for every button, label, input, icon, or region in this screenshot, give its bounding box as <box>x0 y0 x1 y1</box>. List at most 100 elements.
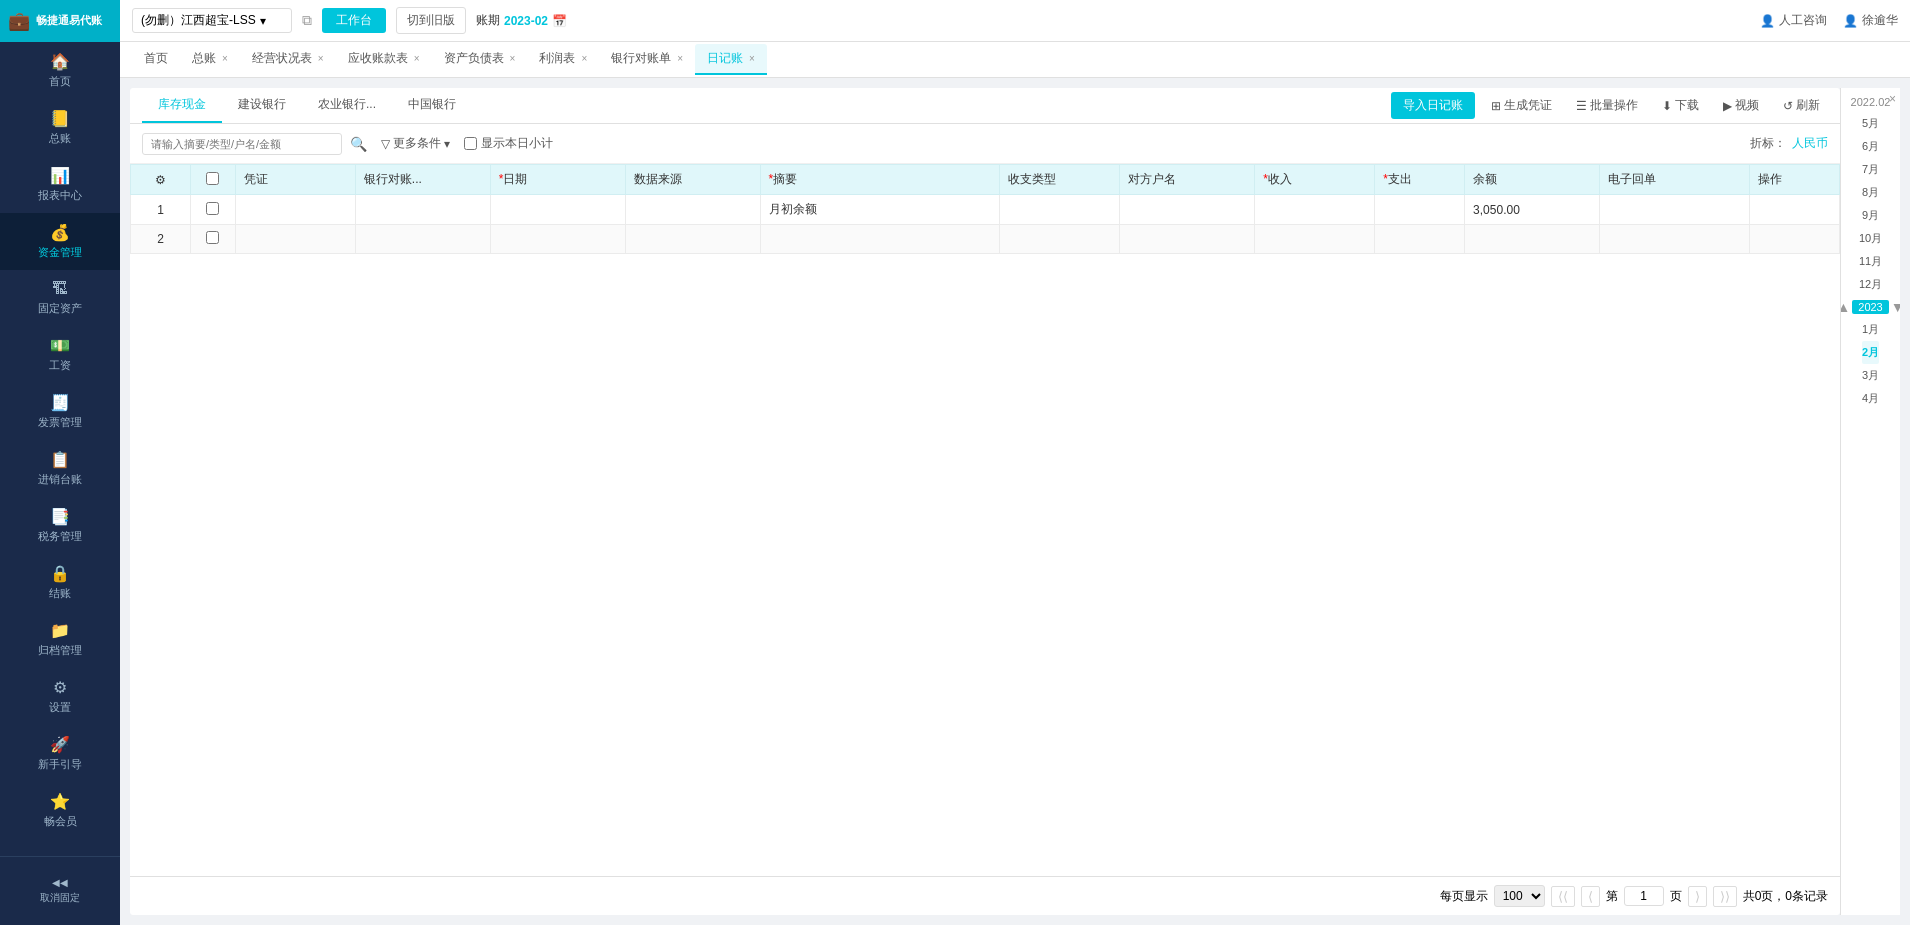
sidebar-label-fixed-assets: 固定资产 <box>38 301 82 316</box>
cal-month-4[interactable]: 4月 <box>1862 387 1879 410</box>
subtab-cash[interactable]: 库存现金 <box>142 88 222 123</box>
tab-bank-reconcile-close[interactable]: × <box>677 53 683 64</box>
cal-next-year-button[interactable]: ▼ <box>1891 299 1900 315</box>
sidebar-item-wages[interactable]: 💵 工资 <box>0 326 120 383</box>
more-filter-button[interactable]: ▽ 更多条件 ▾ <box>375 132 456 155</box>
sidebar-item-invoice-mgmt[interactable]: 🧾 发票管理 <box>0 383 120 440</box>
tab-bank-reconcile[interactable]: 银行对账单 × <box>599 44 695 75</box>
app-logo: 💼 畅捷通易代账 <box>0 0 120 42</box>
tab-home[interactable]: 首页 <box>132 44 180 75</box>
show-today-checkbox[interactable] <box>464 137 477 150</box>
cal-month-10[interactable]: 10月 <box>1859 227 1882 250</box>
show-today-checkbox-label[interactable]: 显示本日小计 <box>464 135 553 152</box>
sidebar-item-archive[interactable]: 📁 归档管理 <box>0 611 120 668</box>
copy-icon[interactable]: ⧉ <box>302 12 312 29</box>
row-expense[interactable] <box>1375 225 1465 254</box>
tab-biz-status[interactable]: 经营状况表 × <box>240 44 336 75</box>
generate-voucher-button[interactable]: ⊞ 生成凭证 <box>1483 93 1560 118</box>
import-journal-button[interactable]: 导入日记账 <box>1391 92 1475 119</box>
sidebar-item-home[interactable]: 🏠 首页 <box>0 42 120 99</box>
tab-ledger-close[interactable]: × <box>222 53 228 64</box>
sidebar-item-reports[interactable]: 📊 报表中心 <box>0 156 120 213</box>
subtab-boc[interactable]: 中国银行 <box>392 88 472 123</box>
calendar-icon[interactable]: 📅 <box>552 14 567 28</box>
refresh-button[interactable]: ↺ 刷新 <box>1775 93 1828 118</box>
page-input[interactable] <box>1624 886 1664 906</box>
row-action[interactable] <box>1749 195 1839 225</box>
tab-receivable-close[interactable]: × <box>414 53 420 64</box>
tab-journal[interactable]: 日记账 × <box>695 44 767 75</box>
assets-mgmt-icon: 💰 <box>50 223 70 242</box>
workbench-button[interactable]: 工作台 <box>322 8 386 33</box>
sidebar-item-ledger[interactable]: 📒 总账 <box>0 99 120 156</box>
row-date[interactable] <box>490 225 625 254</box>
sidebar-item-fixed-assets[interactable]: 🏗 固定资产 <box>0 270 120 326</box>
row-summary[interactable] <box>760 225 1000 254</box>
cal-month-11[interactable]: 11月 <box>1859 250 1882 273</box>
row-check[interactable] <box>190 225 235 254</box>
cal-month-12[interactable]: 12月 <box>1859 273 1882 296</box>
sidebar-item-tax-mgmt[interactable]: 📑 税务管理 <box>0 497 120 554</box>
cal-month-6[interactable]: 6月 <box>1859 135 1882 158</box>
next-page-button[interactable]: ⟩ <box>1688 886 1707 907</box>
tab-ledger[interactable]: 总账 × <box>180 44 240 75</box>
row-income[interactable] <box>1255 195 1375 225</box>
switch-old-button[interactable]: 切到旧版 <box>396 7 466 34</box>
calendar-close-button[interactable]: × <box>1889 92 1896 106</box>
subtab-agri[interactable]: 农业银行... <box>302 88 392 123</box>
support-label: 人工咨询 <box>1779 12 1827 29</box>
support-link[interactable]: 👤 人工咨询 <box>1760 12 1827 29</box>
prev-page-button[interactable]: ⟨ <box>1581 886 1600 907</box>
row-summary[interactable]: 月初余额 <box>760 195 1000 225</box>
row-income[interactable] <box>1255 225 1375 254</box>
sidebar-item-guide[interactable]: 🚀 新手引导 <box>0 725 120 782</box>
sidebar-item-closing[interactable]: 🔒 结账 <box>0 554 120 611</box>
row-bank <box>355 195 490 225</box>
last-page-button[interactable]: ⟩⟩ <box>1713 886 1737 907</box>
company-selector[interactable]: (勿删）江西超宝-LSS ▾ <box>132 8 292 33</box>
batch-op-button[interactable]: ☰ 批量操作 <box>1568 93 1646 118</box>
search-input[interactable] <box>142 133 342 155</box>
currency-link[interactable]: 人民币 <box>1792 135 1828 152</box>
batch-op-icon: ☰ <box>1576 99 1587 113</box>
tab-assets-close[interactable]: × <box>510 53 516 64</box>
content-area: 库存现金 建设银行 农业银行... 中国银行 导入日记账 ⊞ 生成凭证 <box>120 78 1910 925</box>
first-page-button[interactable]: ⟨⟨ <box>1551 886 1575 907</box>
tab-profit-close[interactable]: × <box>581 53 587 64</box>
tab-assets[interactable]: 资产负债表 × <box>432 44 528 75</box>
tab-receivable[interactable]: 应收账款表 × <box>336 44 432 75</box>
video-button[interactable]: ▶ 视频 <box>1715 93 1767 118</box>
select-all-checkbox[interactable] <box>206 172 219 185</box>
sidebar-label-assets-mgmt: 资金管理 <box>38 245 82 260</box>
tab-journal-close[interactable]: × <box>749 53 755 64</box>
cal-month-3[interactable]: 3月 <box>1862 364 1879 387</box>
unpin-icon: ◀◀ <box>52 877 68 888</box>
col-gear[interactable]: ⚙ <box>131 165 191 195</box>
sidebar-item-settings[interactable]: ⚙ 设置 <box>0 668 120 725</box>
unpin-button[interactable]: ◀◀ 取消固定 <box>0 867 120 915</box>
cal-month-2[interactable]: 2月 <box>1862 341 1879 364</box>
tab-profit[interactable]: 利润表 × <box>527 44 599 75</box>
tab-biz-status-close[interactable]: × <box>318 53 324 64</box>
sidebar-item-sales-ledger[interactable]: 📋 进销台账 <box>0 440 120 497</box>
subtab-ccb[interactable]: 建设银行 <box>222 88 302 123</box>
row-check[interactable] <box>190 195 235 225</box>
cal-month-5[interactable]: 5月 <box>1859 112 1882 135</box>
cal-month-1[interactable]: 1月 <box>1862 318 1879 341</box>
cal-prev-year-button[interactable]: ▲ <box>1840 299 1850 315</box>
sidebar-item-assets-mgmt[interactable]: 💰 资金管理 <box>0 213 120 270</box>
col-check-header[interactable] <box>190 165 235 195</box>
cal-month-8[interactable]: 8月 <box>1859 181 1882 204</box>
search-icon[interactable]: 🔍 <box>350 136 367 152</box>
sidebar-item-member[interactable]: ⭐ 畅会员 <box>0 782 120 839</box>
per-page-select[interactable]: 100 <box>1494 885 1545 907</box>
user-profile[interactable]: 👤 徐逾华 <box>1843 12 1898 29</box>
col-date-header: *日期 <box>490 165 625 195</box>
subtab-ccb-label: 建设银行 <box>238 97 286 111</box>
cal-month-7[interactable]: 7月 <box>1859 158 1882 181</box>
row-action[interactable] <box>1749 225 1839 254</box>
row-date[interactable] <box>490 195 625 225</box>
row-expense[interactable] <box>1375 195 1465 225</box>
download-button[interactable]: ⬇ 下载 <box>1654 93 1707 118</box>
cal-month-9[interactable]: 9月 <box>1859 204 1882 227</box>
